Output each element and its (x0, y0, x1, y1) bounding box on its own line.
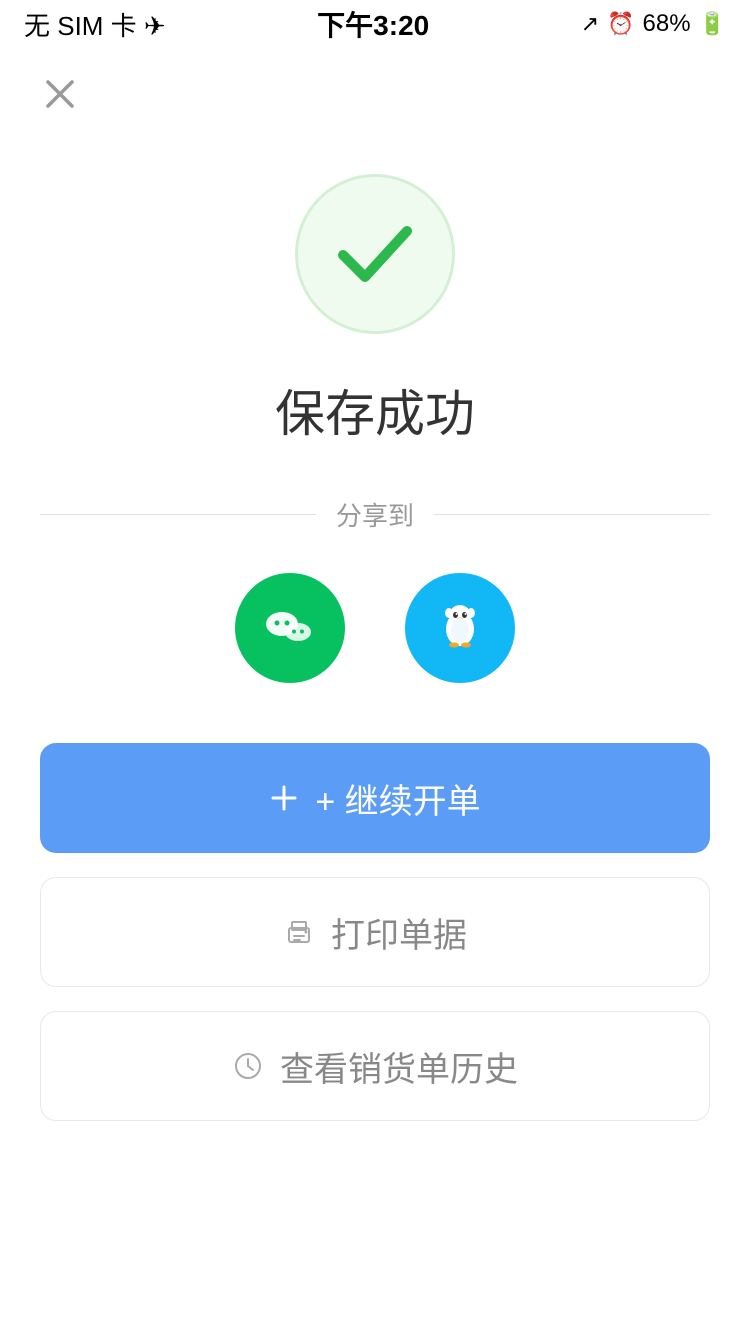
checkmark-icon (335, 219, 415, 289)
share-icons (235, 573, 515, 683)
close-button[interactable] (30, 64, 90, 124)
action-buttons: + 继续开单 打印单据 查看销货单历史 (40, 743, 710, 1121)
continue-order-label: + 继续开单 (315, 774, 480, 823)
location-icon: ↗ (581, 11, 599, 37)
share-label: 分享到 (336, 496, 414, 533)
print-icon (283, 916, 315, 948)
battery-percent: 68% (643, 10, 691, 38)
main-content: 保存成功 分享到 (0, 134, 750, 1334)
close-icon (44, 78, 76, 110)
status-bar: 无 SIM 卡 ✈ 下午3:20 ↗ ⏰ 68% 🔋 (0, 0, 750, 44)
success-title: 保存成功 (275, 374, 475, 446)
qq-icon (429, 597, 491, 659)
print-button[interactable]: 打印单据 (40, 877, 710, 987)
alarm-icon: ⏰ (607, 11, 634, 37)
history-label: 查看销货单历史 (280, 1042, 518, 1091)
success-icon-circle (295, 174, 455, 334)
battery-icon: 🔋 (699, 11, 726, 37)
status-time: 下午3:20 (317, 4, 429, 44)
qq-share-button[interactable] (405, 573, 515, 683)
share-divider: 分享到 (40, 496, 710, 533)
history-button[interactable]: 查看销货单历史 (40, 1011, 710, 1121)
print-label: 打印单据 (331, 908, 467, 957)
plus-icon (269, 783, 299, 813)
continue-order-button[interactable]: + 继续开单 (40, 743, 710, 853)
wechat-icon (260, 598, 320, 658)
carrier-text: 无 SIM 卡 ✈ (24, 6, 166, 43)
status-right: ↗ ⏰ 68% 🔋 (581, 10, 726, 38)
clock-icon (232, 1050, 264, 1082)
wechat-share-button[interactable] (235, 573, 345, 683)
status-left: 无 SIM 卡 ✈ (24, 6, 166, 43)
